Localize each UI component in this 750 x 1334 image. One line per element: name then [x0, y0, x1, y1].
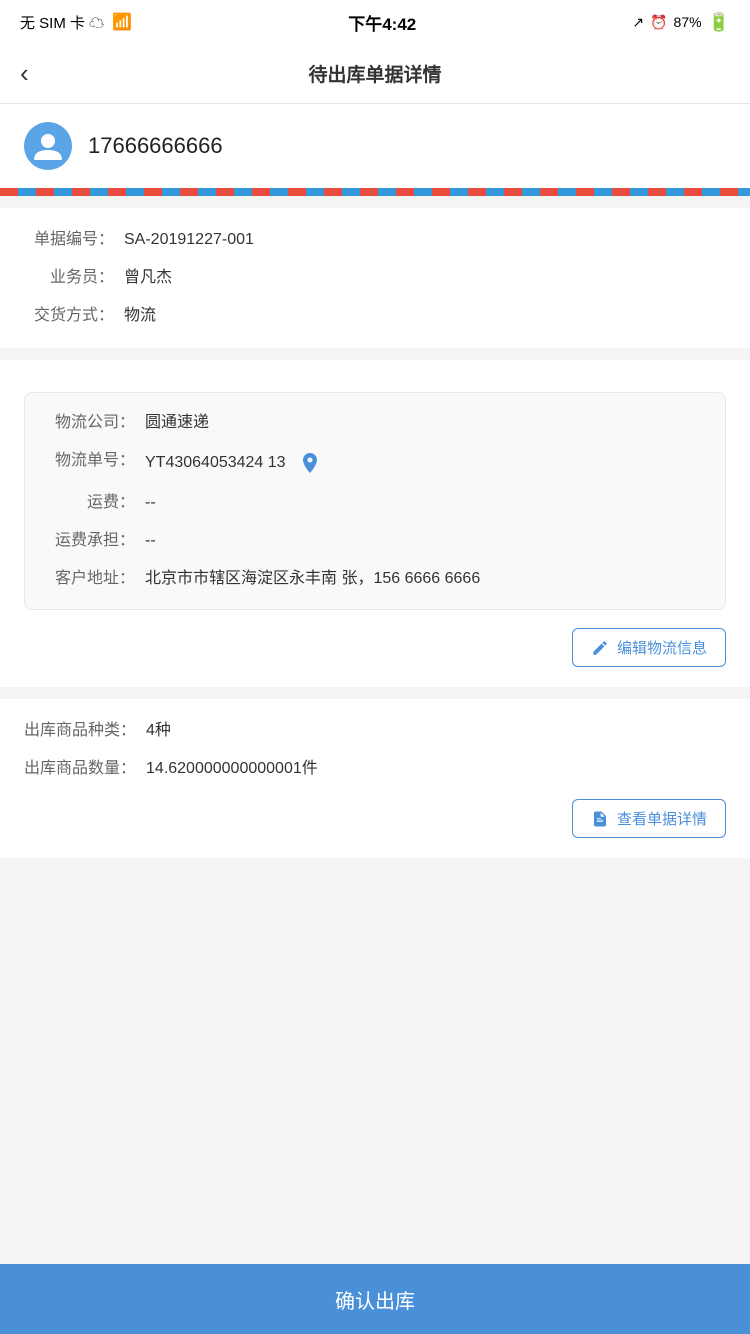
- customer-address-label: 客户地址：: [45, 567, 135, 591]
- sim-status: 无 SIM 卡 ☁: [20, 12, 104, 33]
- customer-address-value: 北京市市辖区海淀区永丰南 张，156 6666 6666: [145, 567, 705, 591]
- tracking-number-row: 物流单号： YT43064053424 13: [45, 449, 705, 477]
- goods-quantity-row: 出库商品数量： 14.620000000000001件: [24, 757, 726, 781]
- tracking-number-label: 物流单号：: [45, 449, 135, 473]
- details-button-row: 查看单据详情: [24, 799, 726, 838]
- logistics-card: 物流公司： 圆通速递 物流单号： YT43064053424 13 运费： --…: [24, 392, 726, 610]
- edit-button-row: 编辑物流信息: [24, 628, 726, 667]
- location-indicator: ↗: [632, 14, 644, 31]
- avatar: [24, 122, 72, 170]
- logistics-company-label: 物流公司：: [45, 411, 135, 435]
- logistics-company-row: 物流公司： 圆通速递: [45, 411, 705, 435]
- goods-section: 出库商品种类： 4种 出库商品数量： 14.620000000000001件 查…: [0, 699, 750, 858]
- view-details-label: 查看单据详情: [617, 808, 707, 829]
- dashed-divider: [0, 188, 750, 196]
- edit-logistics-label: 编辑物流信息: [617, 637, 707, 658]
- status-right: ↗ ⏰ 87% 🔋: [632, 12, 730, 33]
- tracking-number-value: YT43064053424 13: [145, 451, 286, 475]
- logistics-section: 物流公司： 圆通速递 物流单号： YT43064053424 13 运费： --…: [0, 360, 750, 687]
- freight-bearer-value: --: [145, 529, 705, 553]
- goods-quantity-label: 出库商品数量：: [24, 757, 136, 781]
- page-title: 待出库单据详情: [308, 60, 441, 87]
- goods-category-value: 4种: [146, 719, 726, 743]
- alarm-icon: ⏰: [650, 14, 667, 31]
- confirm-button[interactable]: 确认出库: [0, 1264, 750, 1334]
- logistics-company-value: 圆通速递: [145, 411, 705, 435]
- battery-icon: 🔋: [708, 12, 730, 33]
- status-bar: 无 SIM 卡 ☁ 📶 下午4:42 ↗ ⏰ 87% 🔋: [0, 0, 750, 44]
- customer-phone: 17666666666: [88, 133, 223, 159]
- back-button[interactable]: ‹: [20, 58, 29, 89]
- confirm-label: 确认出库: [335, 1285, 415, 1314]
- battery-level: 87%: [674, 14, 702, 30]
- bottom-spacer: [0, 858, 750, 938]
- order-number-value: SA-20191227-001: [124, 228, 726, 252]
- tracking-number-value-wrapper: YT43064053424 13: [145, 449, 705, 477]
- order-number-label: 单据编号：: [24, 228, 114, 252]
- view-details-button[interactable]: 查看单据详情: [572, 799, 726, 838]
- freight-label: 运费：: [45, 491, 135, 515]
- map-pin-icon[interactable]: [296, 449, 324, 477]
- delivery-row: 交货方式： 物流: [24, 304, 726, 328]
- customer-address-row: 客户地址： 北京市市辖区海淀区永丰南 张，156 6666 6666: [45, 567, 705, 591]
- freight-value: --: [145, 491, 705, 515]
- wifi-icon: 📶: [112, 12, 132, 32]
- sales-rep-row: 业务员： 曾凡杰: [24, 266, 726, 290]
- status-left: 无 SIM 卡 ☁ 📶: [20, 12, 132, 33]
- delivery-label: 交货方式：: [24, 304, 114, 328]
- customer-section: 17666666666: [0, 104, 750, 188]
- person-icon: [32, 130, 64, 162]
- goods-category-row: 出库商品种类： 4种: [24, 719, 726, 743]
- sales-rep-label: 业务员：: [24, 266, 114, 290]
- nav-bar: ‹ 待出库单据详情: [0, 44, 750, 104]
- freight-row: 运费： --: [45, 491, 705, 515]
- goods-category-label: 出库商品种类：: [24, 719, 136, 743]
- freight-bearer-row: 运费承担： --: [45, 529, 705, 553]
- goods-quantity-value: 14.620000000000001件: [146, 757, 726, 781]
- edit-icon: [591, 639, 609, 657]
- status-time: 下午4:42: [348, 10, 416, 35]
- freight-bearer-label: 运费承担：: [45, 529, 135, 553]
- order-info-section: 单据编号： SA-20191227-001 业务员： 曾凡杰 交货方式： 物流: [0, 208, 750, 348]
- sales-rep-value: 曾凡杰: [124, 266, 726, 290]
- order-number-row: 单据编号： SA-20191227-001: [24, 228, 726, 252]
- edit-logistics-button[interactable]: 编辑物流信息: [572, 628, 726, 667]
- delivery-value: 物流: [124, 304, 726, 328]
- document-icon: [591, 810, 609, 828]
